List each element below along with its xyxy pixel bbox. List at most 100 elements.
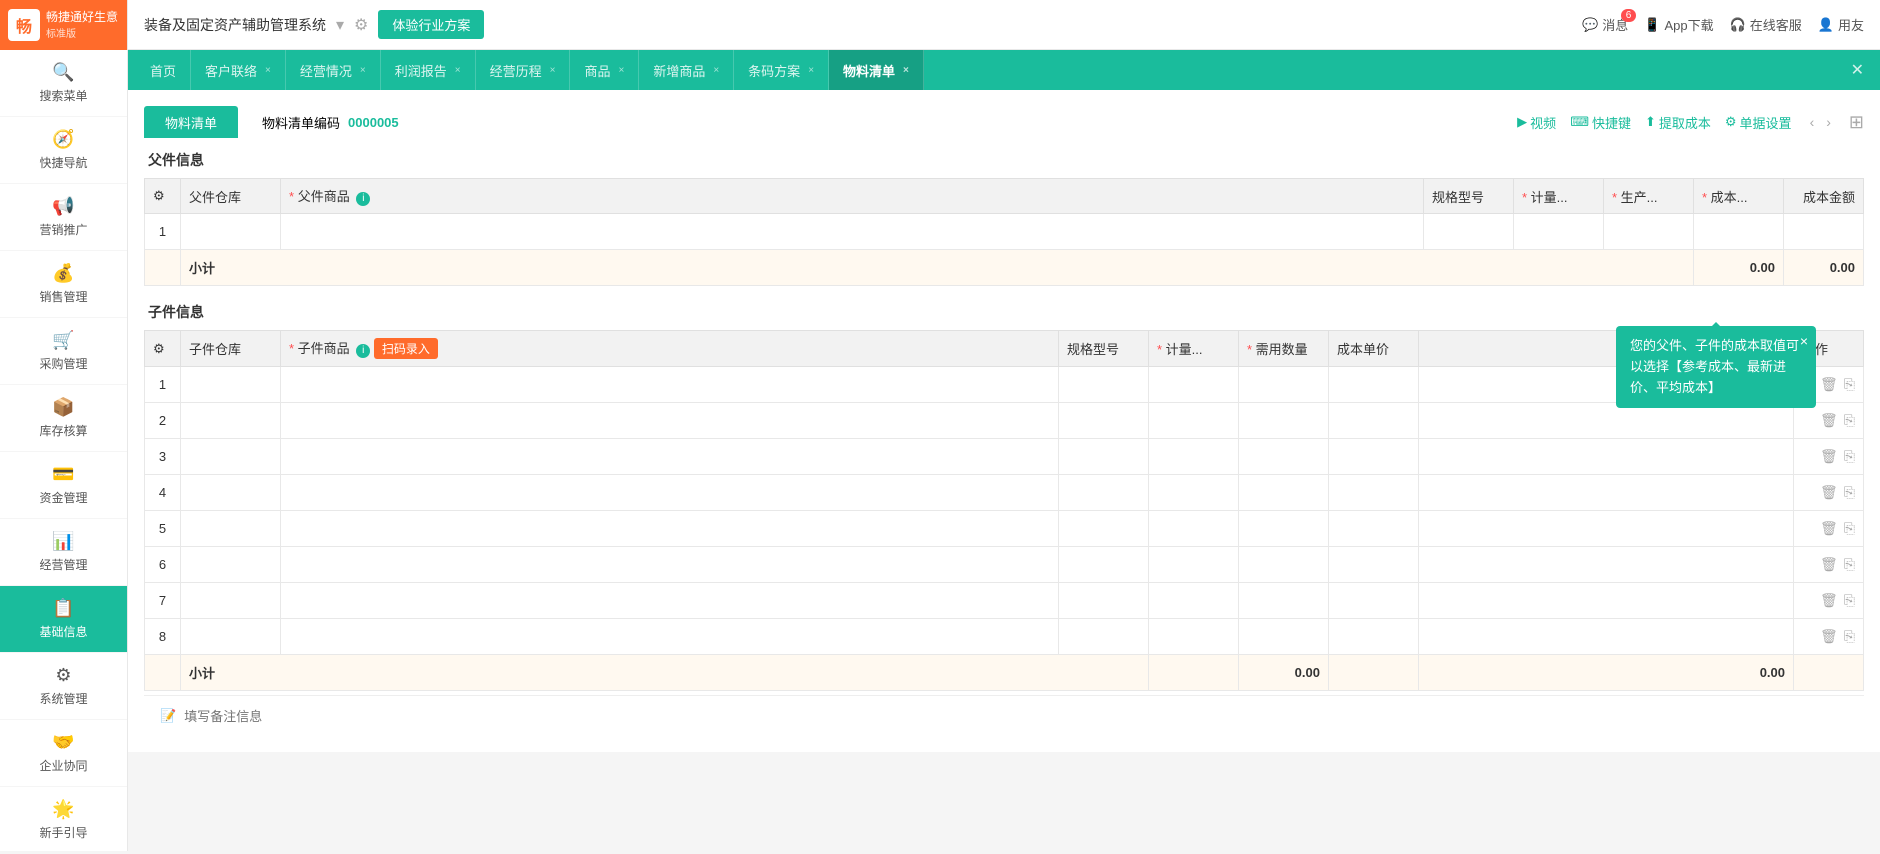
child-row-spec[interactable] [1058, 475, 1148, 511]
child-row-unit[interactable] [1148, 367, 1238, 403]
copy-icon[interactable]: ⎘ [1844, 376, 1855, 393]
note-input[interactable] [184, 709, 1848, 724]
child-row-unit-cost[interactable] [1328, 619, 1418, 655]
sidebar-item-corp[interactable]: 🤝 企业协同 [0, 720, 127, 787]
copy-icon[interactable]: ⎘ [1844, 520, 1855, 537]
delete-icon[interactable]: 🗑 [1820, 448, 1838, 465]
copy-icon[interactable]: ⎘ [1844, 448, 1855, 465]
child-row-goods[interactable] [281, 619, 1059, 655]
delete-icon[interactable]: 🗑 [1820, 628, 1838, 645]
child-row-qty[interactable] [1238, 547, 1328, 583]
shortcut-link[interactable]: ⌨ 快捷键 [1570, 113, 1631, 132]
child-row-unit[interactable] [1148, 511, 1238, 547]
child-row-goods[interactable] [281, 511, 1059, 547]
parent-row-spec[interactable] [1424, 214, 1514, 250]
child-row-warehouse[interactable] [181, 403, 281, 439]
scan-btn[interactable]: 扫码录入 [374, 338, 438, 359]
child-row-qty[interactable] [1238, 511, 1328, 547]
nav-tab-barcode[interactable]: 条码方案× [734, 50, 829, 90]
delete-icon[interactable]: 🗑 [1820, 412, 1838, 429]
child-row-spec[interactable] [1058, 619, 1148, 655]
child-row-warehouse[interactable] [181, 367, 281, 403]
delete-icon[interactable]: 🗑 [1820, 520, 1838, 537]
nav-tab-close-barcode[interactable]: × [808, 65, 814, 76]
child-row-unit[interactable] [1148, 475, 1238, 511]
dropdown-arrow-icon[interactable]: ▾ [336, 15, 344, 35]
grid-view-icon[interactable]: ⊞ [1849, 112, 1864, 133]
nav-tab-customer[interactable]: 客户联络× [191, 50, 286, 90]
sidebar-item-purchase[interactable]: 🛒 采购管理 [0, 318, 127, 385]
next-arrow[interactable]: › [1822, 112, 1835, 132]
nav-tab-goods[interactable]: 商品× [570, 50, 639, 90]
child-row-unit-cost[interactable] [1328, 583, 1418, 619]
nav-tab-close-new_goods[interactable]: × [713, 65, 719, 76]
child-col-settings[interactable]: ⚙ [145, 331, 181, 367]
child-row-spec[interactable] [1058, 439, 1148, 475]
child-row-unit[interactable] [1148, 439, 1238, 475]
nav-tab-home[interactable]: 首页 [136, 50, 191, 90]
child-row-warehouse[interactable] [181, 583, 281, 619]
extract-cost-link[interactable]: ⬆ 提取成本 [1645, 113, 1711, 132]
single-settings-link[interactable]: ⚙ 单据设置 [1725, 113, 1792, 132]
view-video-link[interactable]: ▶ 视频 [1517, 113, 1556, 132]
child-row-warehouse[interactable] [181, 511, 281, 547]
child-row-unit[interactable] [1148, 547, 1238, 583]
app-download-item[interactable]: 📱 App下载 [1644, 15, 1713, 34]
parent-row-mfg[interactable] [1604, 214, 1694, 250]
nav-tab-close-bom[interactable]: × [903, 65, 909, 76]
child-row-qty[interactable] [1238, 583, 1328, 619]
parent-col-settings[interactable]: ⚙ [145, 179, 181, 214]
parent-row-warehouse[interactable] [181, 214, 281, 250]
child-row-unit-cost[interactable] [1328, 547, 1418, 583]
child-row-unit-cost[interactable] [1328, 403, 1418, 439]
child-row-unit-cost[interactable] [1328, 439, 1418, 475]
child-row-qty[interactable] [1238, 439, 1328, 475]
sidebar-item-search[interactable]: 🔍 搜索菜单 [0, 50, 127, 117]
nav-tab-close-history[interactable]: × [550, 65, 556, 76]
nav-tab-close-customer[interactable]: × [265, 65, 271, 76]
copy-icon[interactable]: ⎘ [1844, 412, 1855, 429]
child-row-qty[interactable] [1238, 475, 1328, 511]
child-row-goods[interactable] [281, 475, 1059, 511]
nav-tab-operation[interactable]: 经营情况× [286, 50, 381, 90]
child-row-warehouse[interactable] [181, 547, 281, 583]
child-row-unit[interactable] [1148, 619, 1238, 655]
child-row-unit[interactable] [1148, 403, 1238, 439]
sidebar-item-finance[interactable]: 💳 资金管理 [0, 452, 127, 519]
child-row-goods[interactable] [281, 403, 1059, 439]
delete-icon[interactable]: 🗑 [1820, 484, 1838, 501]
copy-icon[interactable]: ⎘ [1844, 628, 1855, 645]
parent-goods-info-icon[interactable]: i [356, 192, 370, 206]
child-row-unit-cost[interactable] [1328, 367, 1418, 403]
sidebar-item-ops[interactable]: 📊 经营管理 [0, 519, 127, 586]
sidebar-item-nav[interactable]: 🧭 快捷导航 [0, 117, 127, 184]
user-item[interactable]: 👤 用友 [1818, 15, 1864, 34]
child-row-warehouse[interactable] [181, 475, 281, 511]
nav-tab-new_goods[interactable]: 新增商品× [639, 50, 734, 90]
child-row-spec[interactable] [1058, 547, 1148, 583]
settings-icon[interactable]: ⚙ [354, 15, 368, 35]
child-row-goods[interactable] [281, 547, 1059, 583]
nav-tab-bom[interactable]: 物料清单× [829, 50, 924, 90]
sidebar-item-system[interactable]: ⚙ 系统管理 [0, 653, 127, 720]
nav-tab-close-goods[interactable]: × [618, 65, 624, 76]
delete-icon[interactable]: 🗑 [1820, 376, 1838, 393]
nav-tab-history[interactable]: 经营历程× [476, 50, 571, 90]
nav-close-btn[interactable]: ✕ [1843, 60, 1872, 80]
copy-icon[interactable]: ⎘ [1844, 556, 1855, 573]
child-row-spec[interactable] [1058, 583, 1148, 619]
child-row-unit[interactable] [1148, 583, 1238, 619]
child-row-qty[interactable] [1238, 403, 1328, 439]
child-row-spec[interactable] [1058, 511, 1148, 547]
nav-tab-profit[interactable]: 利润报告× [381, 50, 476, 90]
child-row-goods[interactable] [281, 583, 1059, 619]
delete-icon[interactable]: 🗑 [1820, 592, 1838, 609]
child-row-qty[interactable] [1238, 367, 1328, 403]
prev-arrow[interactable]: ‹ [1806, 112, 1819, 132]
parent-row-unit[interactable] [1514, 214, 1604, 250]
child-row-warehouse[interactable] [181, 619, 281, 655]
delete-icon[interactable]: 🗑 [1820, 556, 1838, 573]
parent-row-goods[interactable] [281, 214, 1424, 250]
sidebar-item-basic[interactable]: 📋 基础信息 [0, 586, 127, 653]
experience-btn[interactable]: 体验行业方案 [378, 10, 484, 39]
